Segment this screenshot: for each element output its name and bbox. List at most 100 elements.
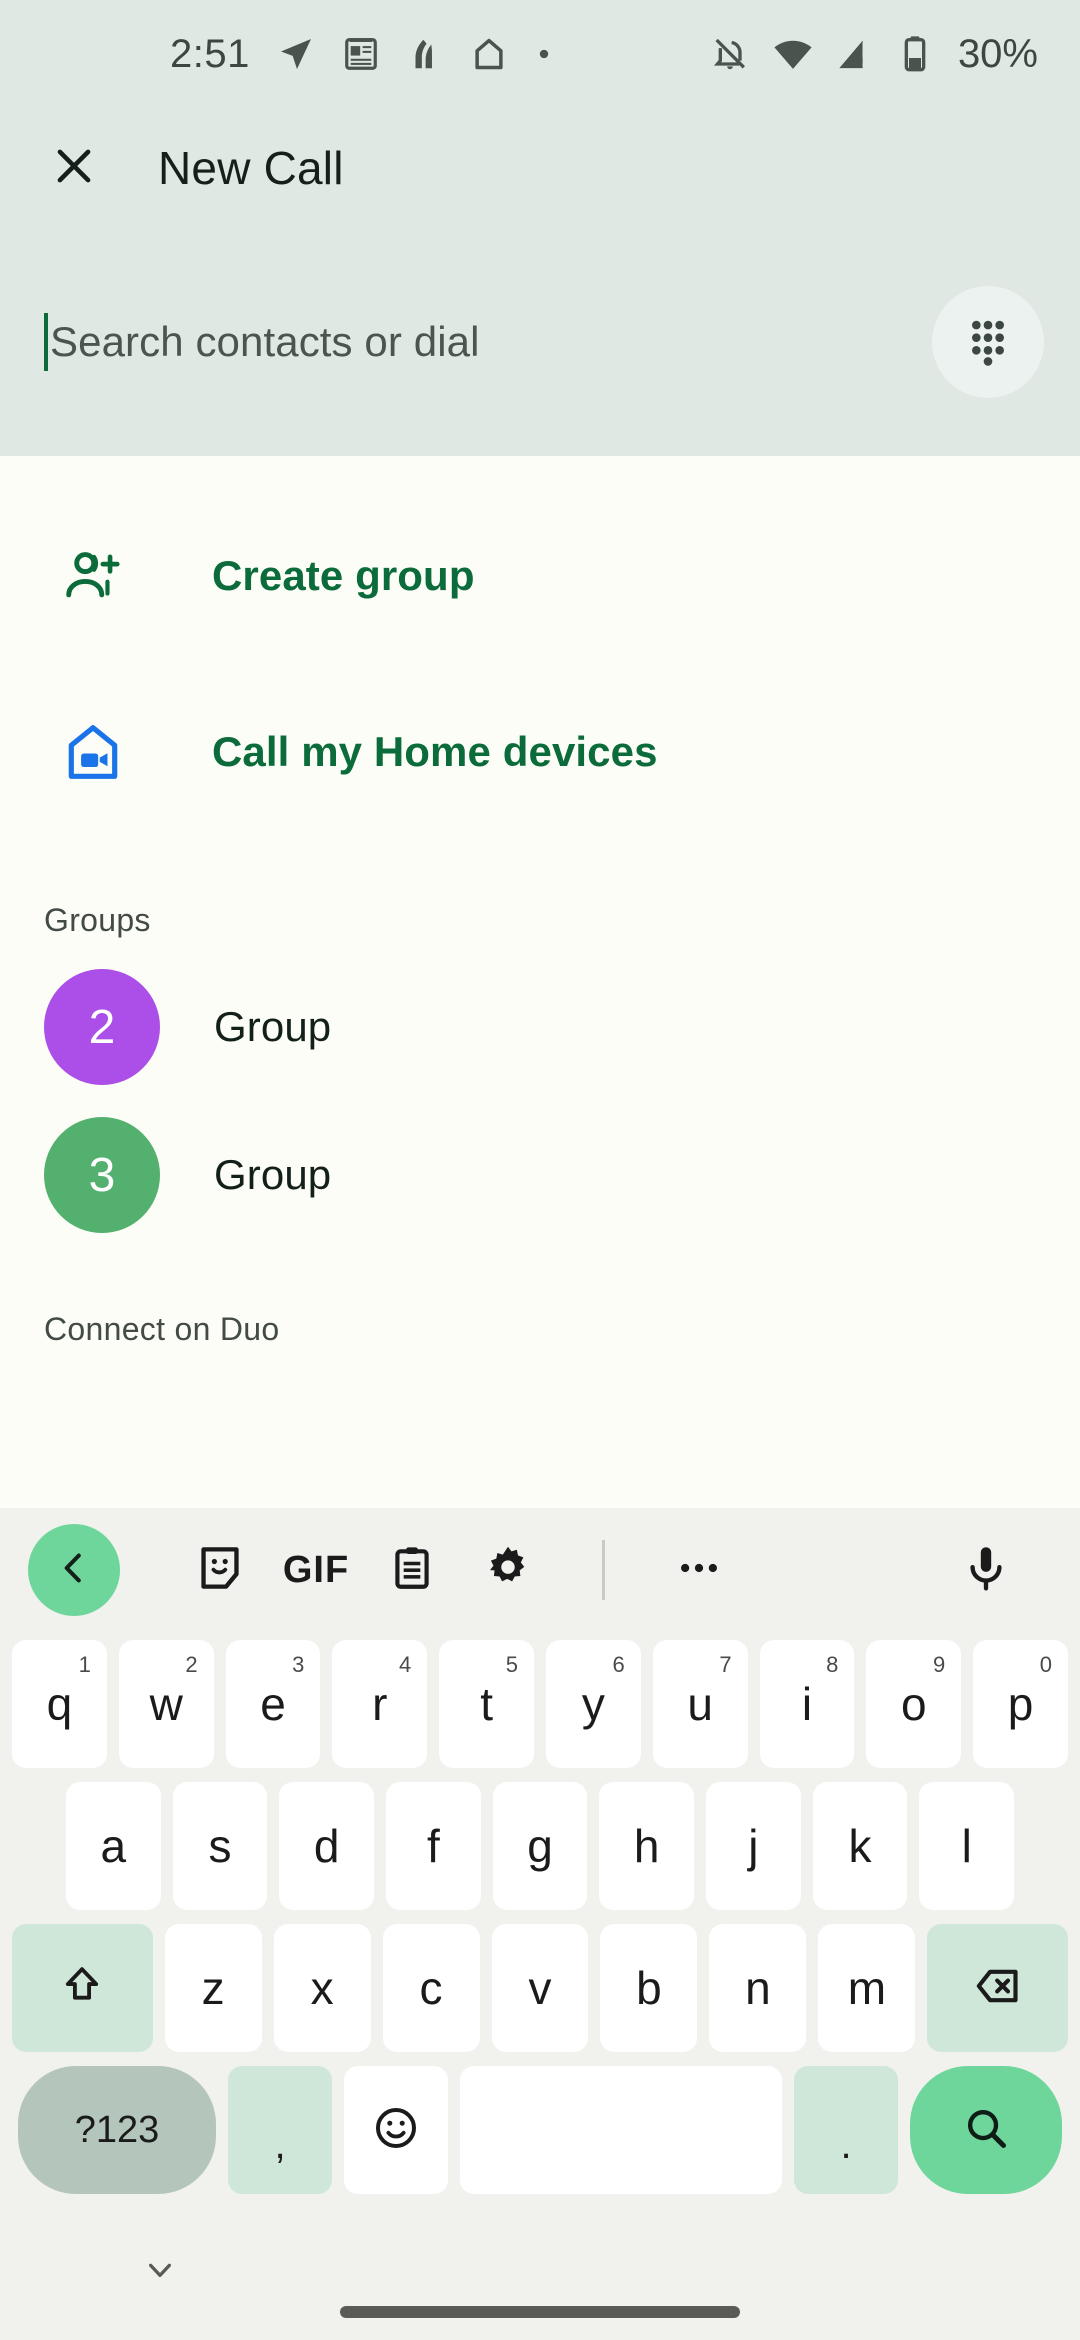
key-number: 8 [826, 1652, 839, 1677]
gif-button[interactable]: GIF [268, 1524, 364, 1616]
keyboard-row-4: ?123 , . [6, 2066, 1074, 2194]
key-label: l [961, 1820, 972, 1872]
key-e[interactable]: 3e [225, 1640, 321, 1768]
keyboard: GIF 1 q 2 w 3 e 4 r 5 t 6 y 7 u 8 i 9 o … [0, 1508, 1080, 2340]
overflow-dots-icon [673, 1542, 725, 1599]
overflow-button[interactable] [651, 1524, 747, 1616]
emoji-smiley-icon [372, 2104, 420, 2157]
key-label: i [801, 1678, 813, 1730]
numeric-key[interactable]: ?123 [18, 2066, 216, 2194]
action-label: Create group [212, 552, 475, 599]
key-number: 3 [292, 1652, 305, 1677]
key-r[interactable]: 4r [332, 1640, 428, 1768]
key-w[interactable]: 2w [118, 1640, 214, 1768]
action-create-group[interactable]: Create group [0, 510, 1080, 642]
comma-key[interactable]: , [228, 2066, 332, 2194]
key-n[interactable]: n [709, 1924, 807, 2052]
key-number: 9 [932, 1652, 946, 1677]
search-enter-key[interactable] [910, 2066, 1062, 2194]
key-label: x [310, 1962, 334, 2014]
keyboard-rows: 1q 2w 3e 4r 5t 6y 7u 8i 9o 0p a s d f g … [0, 1632, 1080, 2194]
status-bar-right: 30% [710, 32, 1038, 77]
key-label: e [260, 1678, 286, 1730]
key-number: 0 [1039, 1652, 1052, 1677]
keyboard-back-button[interactable] [28, 1524, 120, 1616]
key-s[interactable]: s [172, 1782, 268, 1910]
page-title: New Call [158, 142, 344, 194]
search-input[interactable]: Search contacts or dial [44, 228, 912, 456]
key-u[interactable]: 7u [652, 1640, 748, 1768]
key-label: w [149, 1678, 183, 1730]
key-m[interactable]: m [818, 1924, 916, 2052]
shift-icon [59, 1963, 105, 2014]
key-b[interactable]: b [600, 1924, 698, 2052]
text-caret [44, 313, 48, 371]
key-label: a [100, 1820, 127, 1872]
settings-button[interactable] [460, 1524, 556, 1616]
key-label: c [419, 1962, 443, 2014]
key-number: 5 [505, 1652, 518, 1677]
avatar-count: 2 [88, 1000, 116, 1054]
top-chrome: 2:51 30% New Call Search contacts or dia… [0, 0, 1080, 456]
key-label: p [1007, 1678, 1034, 1730]
action-label: Call my Home devices [212, 728, 658, 775]
key-number: 6 [612, 1652, 625, 1677]
key-number: 4 [398, 1652, 412, 1677]
key-x[interactable]: x [273, 1924, 371, 2052]
dialpad-button[interactable] [932, 286, 1044, 398]
key-z[interactable]: z [164, 1924, 262, 2052]
key-j[interactable]: j [706, 1782, 801, 1910]
clipboard-button[interactable] [364, 1524, 460, 1616]
sticker-button[interactable] [172, 1524, 268, 1616]
key-c[interactable]: c [382, 1924, 480, 2052]
key-label: n [745, 1962, 771, 2014]
gif-icon: GIF [282, 1548, 350, 1591]
avatar: 3 [44, 1117, 160, 1233]
list-item[interactable]: 3 Group [0, 1109, 1080, 1241]
clipboard-icon [387, 1543, 437, 1598]
key-g[interactable]: g [492, 1782, 588, 1910]
news-icon [342, 35, 380, 73]
search-row: Search contacts or dial [0, 228, 1080, 456]
key-v[interactable]: v [491, 1924, 589, 2052]
key-y[interactable]: 6y [546, 1640, 641, 1768]
space-key[interactable] [460, 2066, 782, 2194]
key-label: v [528, 1962, 552, 2014]
key-q[interactable]: 1q [12, 1640, 107, 1768]
battery-icon [898, 34, 932, 74]
key-d[interactable]: d [279, 1782, 374, 1910]
key-a[interactable]: a [65, 1782, 161, 1910]
navigation-arrow-icon [276, 34, 316, 74]
microphone-button[interactable] [938, 1524, 1034, 1616]
close-icon [48, 140, 100, 197]
status-bar-left: 2:51 [170, 32, 710, 77]
key-i[interactable]: 8i [759, 1640, 855, 1768]
key-label: o [900, 1678, 927, 1730]
key-label: q [46, 1678, 73, 1730]
key-label: k [848, 1820, 872, 1872]
key-label: j [748, 1820, 759, 1872]
key-h[interactable]: h [599, 1782, 695, 1910]
hide-keyboard-button[interactable] [140, 2250, 180, 2295]
key-o[interactable]: 9o [866, 1640, 962, 1768]
backspace-key[interactable] [927, 1924, 1068, 2052]
close-button[interactable] [44, 138, 104, 198]
home-indicator[interactable] [340, 2306, 740, 2318]
key-f[interactable]: f [386, 1782, 481, 1910]
app-bar: New Call [0, 108, 1080, 228]
key-l[interactable]: l [919, 1782, 1015, 1910]
list-item[interactable]: 2 Group [0, 961, 1080, 1093]
chevron-down-icon [140, 2263, 180, 2294]
shift-key[interactable] [12, 1924, 153, 2052]
key-k[interactable]: k [812, 1782, 908, 1910]
backspace-icon [973, 1961, 1023, 2016]
sticker-icon [194, 1542, 246, 1599]
period-key[interactable]: . [794, 2066, 898, 2194]
key-t[interactable]: 5t [439, 1640, 534, 1768]
key-label: f [426, 1820, 440, 1872]
navigation-bar [0, 2204, 1080, 2340]
emoji-key[interactable] [344, 2066, 448, 2194]
action-call-home-devices[interactable]: Call my Home devices [0, 686, 1080, 818]
wifi-icon [772, 33, 814, 75]
key-p[interactable]: 0p [973, 1640, 1068, 1768]
